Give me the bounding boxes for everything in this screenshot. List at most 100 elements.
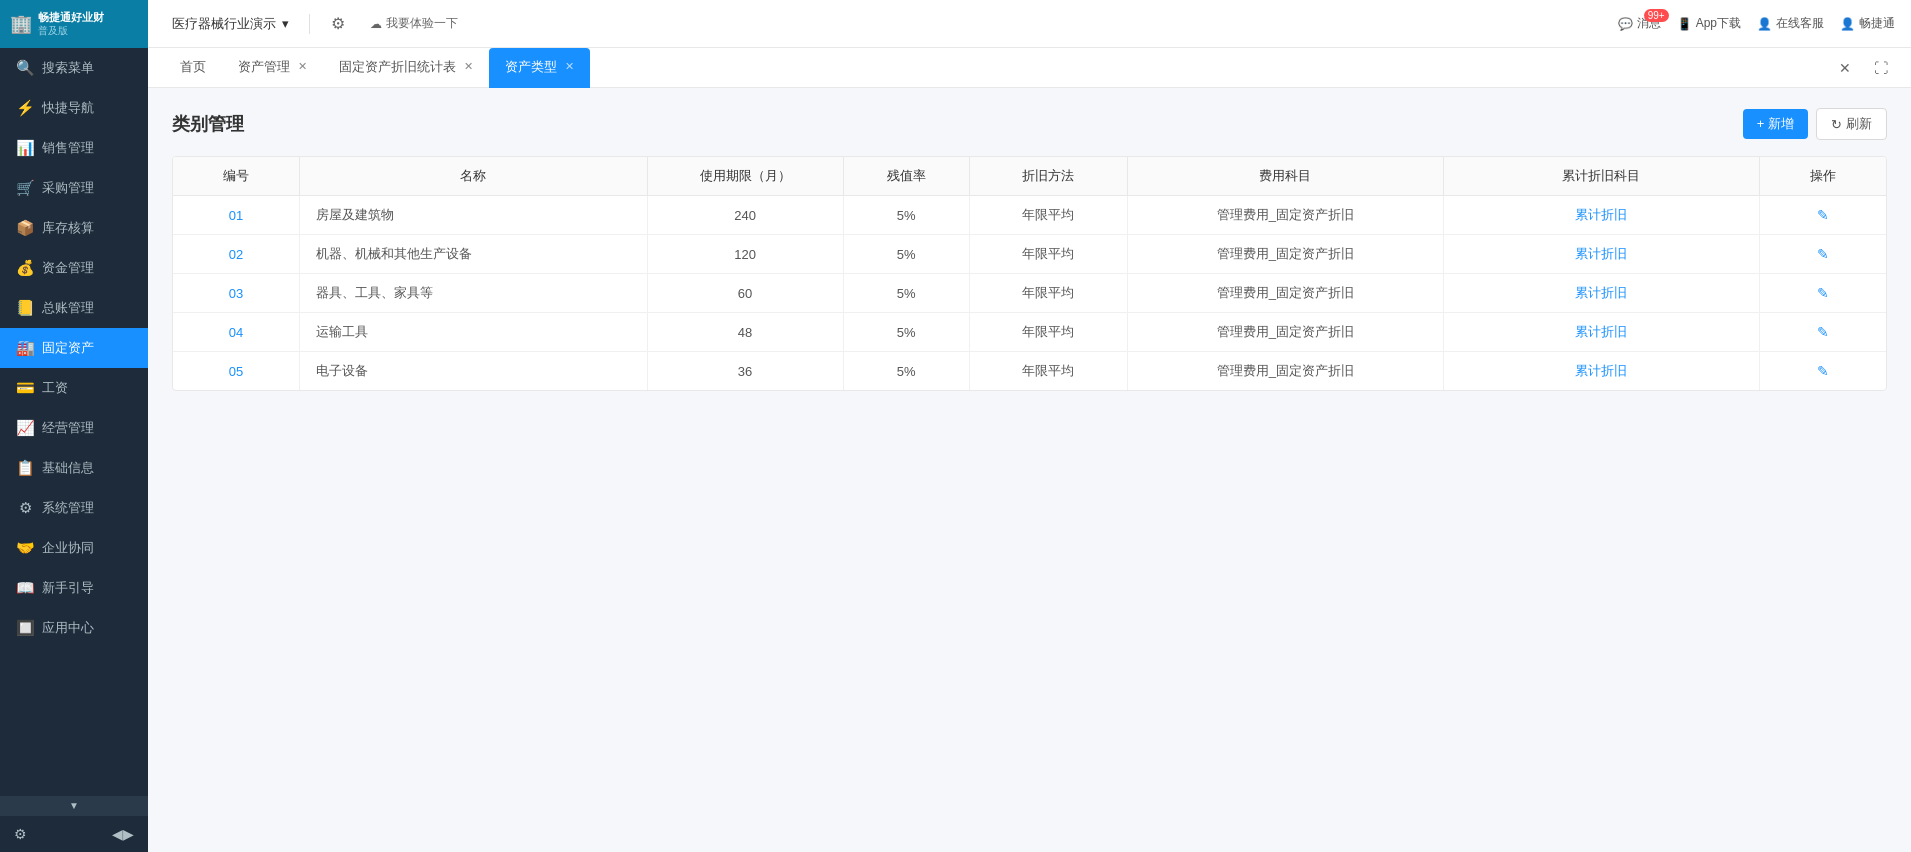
sidebar-item-label: 搜索菜单	[42, 59, 94, 77]
cell-name: 器具、工具、家具等	[299, 274, 647, 313]
sidebar-item-inventory[interactable]: 📦 库存核算	[0, 208, 148, 248]
category-table: 编号 名称 使用期限（月） 残值率 折旧方法 费用科目 累计折旧科目 操作 01…	[172, 156, 1887, 391]
cell-expense: 管理费用_固定资产折旧	[1127, 352, 1443, 391]
payroll-icon: 💳	[16, 379, 34, 397]
basic-info-icon: 📋	[16, 459, 34, 477]
phone-icon: 📱	[1677, 17, 1692, 31]
cell-period: 240	[647, 196, 843, 235]
edit-button[interactable]: ✎	[1817, 285, 1829, 301]
sidebar-item-label: 销售管理	[42, 139, 94, 157]
tab-maximize-button[interactable]: ⛶	[1867, 54, 1895, 82]
refresh-button[interactable]: ↻ 刷新	[1816, 108, 1887, 140]
tab-asset-type-close[interactable]: ✕	[565, 60, 574, 73]
sidebar-item-system[interactable]: ⚙ 系统管理	[0, 488, 148, 528]
tabs-right-actions: ✕ ⛶	[1831, 54, 1895, 82]
page-title: 类别管理	[172, 112, 244, 136]
sidebar-item-sales[interactable]: 📊 销售管理	[0, 128, 148, 168]
sidebar-item-funds[interactable]: 💰 资金管理	[0, 248, 148, 288]
tab-home[interactable]: 首页	[164, 48, 222, 88]
tab-asset-management-close[interactable]: ✕	[298, 60, 307, 73]
fixed-assets-icon: 🏭	[16, 339, 34, 357]
sidebar-scroll-down[interactable]: ▼	[0, 796, 148, 815]
cell-method: 年限平均	[969, 352, 1127, 391]
cell-period: 120	[647, 235, 843, 274]
sidebar-item-label: 基础信息	[42, 459, 94, 477]
sidebar-item-label: 新手引导	[42, 579, 94, 597]
sidebar-item-label: 库存核算	[42, 219, 94, 237]
cell-expense: 管理费用_固定资产折旧	[1127, 235, 1443, 274]
app-selector[interactable]: 医疗器械行业演示 ▾	[164, 11, 297, 37]
sidebar-item-app-center[interactable]: 🔲 应用中心	[0, 608, 148, 648]
funds-icon: 💰	[16, 259, 34, 277]
cell-accum: 累计折旧	[1443, 352, 1759, 391]
sidebar-item-label: 企业协同	[42, 539, 94, 557]
page-content: 类别管理 + 新增 ↻ 刷新 编号 名称 使用期限（月） 残值率 折旧方法	[148, 88, 1911, 852]
search-icon: 🔍	[16, 59, 34, 77]
sidebar-item-label: 固定资产	[42, 339, 94, 357]
cell-method: 年限平均	[969, 274, 1127, 313]
tab-depreciation-close[interactable]: ✕	[464, 60, 473, 73]
col-header-residual: 残值率	[843, 157, 969, 196]
cell-residual: 5%	[843, 352, 969, 391]
cell-code: 01	[173, 196, 299, 235]
tab-asset-type[interactable]: 资产类型 ✕	[489, 48, 590, 88]
col-header-code: 编号	[173, 157, 299, 196]
sidebar-item-search[interactable]: 🔍 搜索菜单	[0, 48, 148, 88]
cell-expense: 管理费用_固定资产折旧	[1127, 274, 1443, 313]
table-header-row: 编号 名称 使用期限（月） 残值率 折旧方法 费用科目 累计折旧科目 操作	[173, 157, 1886, 196]
tab-asset-management[interactable]: 资产管理 ✕	[222, 48, 323, 88]
col-header-period: 使用期限（月）	[647, 157, 843, 196]
cell-name: 机器、机械和其他生产设备	[299, 235, 647, 274]
purchase-icon: 🛒	[16, 179, 34, 197]
inventory-icon: 📦	[16, 219, 34, 237]
sidebar-item-label: 应用中心	[42, 619, 94, 637]
new-button[interactable]: + 新增	[1743, 109, 1808, 139]
sidebar-item-guide[interactable]: 📖 新手引导	[0, 568, 148, 608]
app-download-label: App下载	[1696, 15, 1741, 32]
table-row: 05 电子设备 36 5% 年限平均 管理费用_固定资产折旧 累计折旧 ✎	[173, 352, 1886, 391]
service-icon: 👤	[1757, 17, 1772, 31]
gear-icon: ⚙	[331, 14, 345, 33]
sidebar-item-label: 资金管理	[42, 259, 94, 277]
tab-depreciation-table[interactable]: 固定资产折旧统计表 ✕	[323, 48, 489, 88]
table-row: 03 器具、工具、家具等 60 5% 年限平均 管理费用_固定资产折旧 累计折旧…	[173, 274, 1886, 313]
sidebar-item-payroll[interactable]: 💳 工资	[0, 368, 148, 408]
sidebar-item-operations[interactable]: 📈 经营管理	[0, 408, 148, 448]
refresh-icon: ↻	[1831, 117, 1842, 132]
cell-expense: 管理费用_固定资产折旧	[1127, 313, 1443, 352]
app-download-button[interactable]: 📱 App下载	[1677, 15, 1741, 32]
sidebar-item-label: 采购管理	[42, 179, 94, 197]
experience-button[interactable]: ☁ 我要体验一下	[370, 15, 458, 32]
edit-button[interactable]: ✎	[1817, 207, 1829, 223]
sidebar-item-basic-info[interactable]: 📋 基础信息	[0, 448, 148, 488]
avatar-icon: 👤	[1840, 17, 1855, 31]
sidebar-item-quick-nav[interactable]: ⚡ 快捷导航	[0, 88, 148, 128]
sidebar-footer: ⚙ ◀▶	[0, 815, 148, 852]
cloud-icon: ☁	[370, 17, 382, 31]
edit-button[interactable]: ✎	[1817, 246, 1829, 262]
cell-accum: 累计折旧	[1443, 235, 1759, 274]
system-icon: ⚙	[16, 499, 34, 517]
cell-code: 02	[173, 235, 299, 274]
topbar-settings-button[interactable]: ⚙	[322, 8, 354, 40]
cell-method: 年限平均	[969, 313, 1127, 352]
sidebar-item-ledger[interactable]: 📒 总账管理	[0, 288, 148, 328]
edit-button[interactable]: ✎	[1817, 324, 1829, 340]
cell-accum: 累计折旧	[1443, 313, 1759, 352]
cell-code: 03	[173, 274, 299, 313]
settings-footer-icon[interactable]: ⚙	[14, 826, 27, 842]
tab-close-all-button[interactable]: ✕	[1831, 54, 1859, 82]
col-header-name: 名称	[299, 157, 647, 196]
user-profile-button[interactable]: 👤 畅捷通	[1840, 15, 1895, 32]
sidebar-item-purchase[interactable]: 🛒 采购管理	[0, 168, 148, 208]
collapse-icon[interactable]: ◀▶	[112, 826, 134, 842]
app-center-icon: 🔲	[16, 619, 34, 637]
edit-button[interactable]: ✎	[1817, 363, 1829, 379]
messages-button[interactable]: 💬 消息 99+	[1618, 15, 1661, 32]
sidebar-item-label: 快捷导航	[42, 99, 94, 117]
guide-icon: 📖	[16, 579, 34, 597]
sidebar-item-cooperation[interactable]: 🤝 企业协同	[0, 528, 148, 568]
online-service-button[interactable]: 👤 在线客服	[1757, 15, 1824, 32]
sidebar-item-fixed-assets[interactable]: 🏭 固定资产	[0, 328, 148, 368]
cell-name: 运输工具	[299, 313, 647, 352]
